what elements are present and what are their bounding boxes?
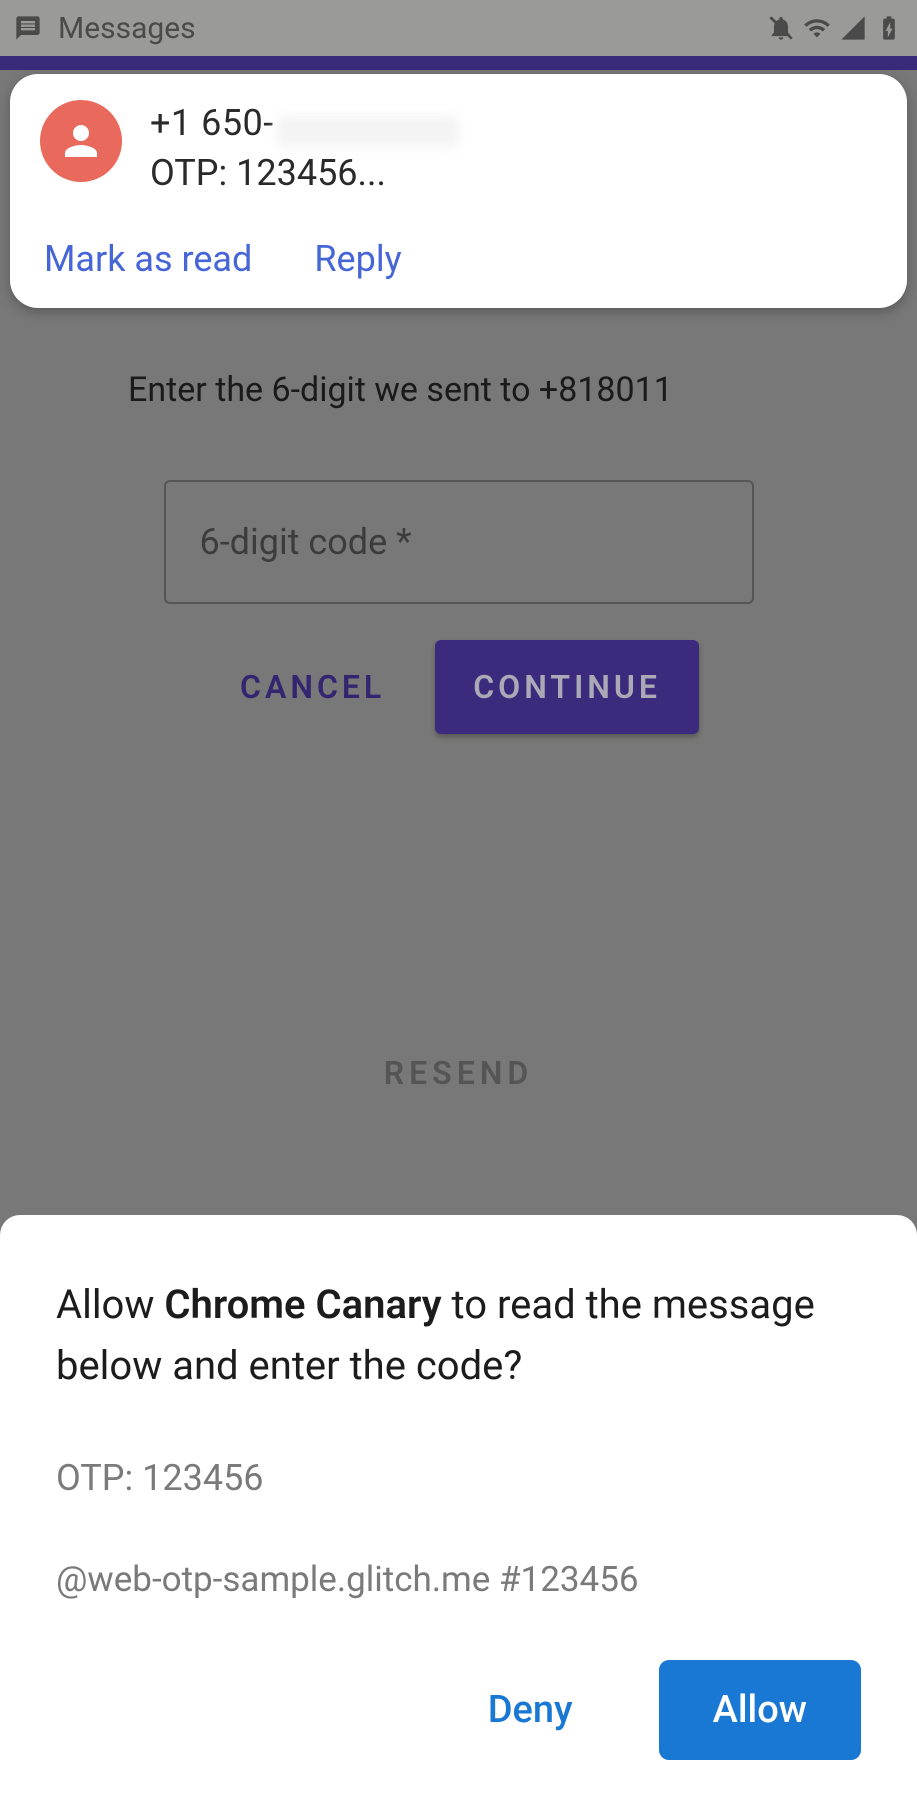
allow-button[interactable]: Allow <box>659 1660 861 1760</box>
person-icon <box>57 117 105 165</box>
signal-icon <box>839 14 867 42</box>
notification-sender-line: +1 650- <box>150 102 877 146</box>
mark-as-read-button[interactable]: Mark as read <box>44 238 252 280</box>
prompt-app-name: Chrome Canary <box>164 1281 441 1328</box>
notification-actions: Mark as read Reply <box>40 238 877 280</box>
status-bar: Messages <box>0 0 917 56</box>
notification-preview: OTP: 123456... <box>150 152 877 194</box>
prompt-prefix: Allow <box>56 1281 164 1328</box>
webotp-permission-sheet: Allow Chrome Canary to read the message … <box>0 1215 917 1800</box>
dnd-icon <box>767 14 795 42</box>
status-bar-right <box>767 14 903 42</box>
permission-prompt-title: Allow Chrome Canary to read the message … <box>56 1275 861 1397</box>
form-button-row: CANCEL CONTINUE <box>0 640 917 734</box>
sender-number: +1 650- <box>150 102 274 144</box>
wifi-icon <box>803 14 831 42</box>
origin-line: @web-otp-sample.glitch.me #123456 <box>56 1559 861 1600</box>
contact-avatar <box>40 100 122 182</box>
app-accent-bar <box>0 56 917 70</box>
deny-button[interactable]: Deny <box>460 1668 601 1752</box>
cancel-button[interactable]: CANCEL <box>218 646 407 728</box>
sms-notification[interactable]: +1 650- OTP: 123456... Mark as read Repl… <box>10 74 907 308</box>
status-bar-app-label: Messages <box>58 11 196 46</box>
otp-preview-line: OTP: 123456 <box>56 1457 861 1499</box>
messages-app-icon <box>14 14 42 42</box>
resend-button[interactable]: RESEND <box>0 1054 917 1092</box>
permission-actions: Deny Allow <box>56 1660 861 1760</box>
reply-button[interactable]: Reply <box>314 238 401 280</box>
continue-button[interactable]: CONTINUE <box>435 640 699 734</box>
status-bar-left: Messages <box>14 11 196 46</box>
sender-number-redacted <box>278 116 458 146</box>
battery-icon <box>875 14 903 42</box>
otp-code-input[interactable] <box>164 480 754 604</box>
instruction-text: Enter the 6-digit we sent to +818011 <box>0 370 917 410</box>
notification-body: +1 650- OTP: 123456... <box>150 100 877 194</box>
